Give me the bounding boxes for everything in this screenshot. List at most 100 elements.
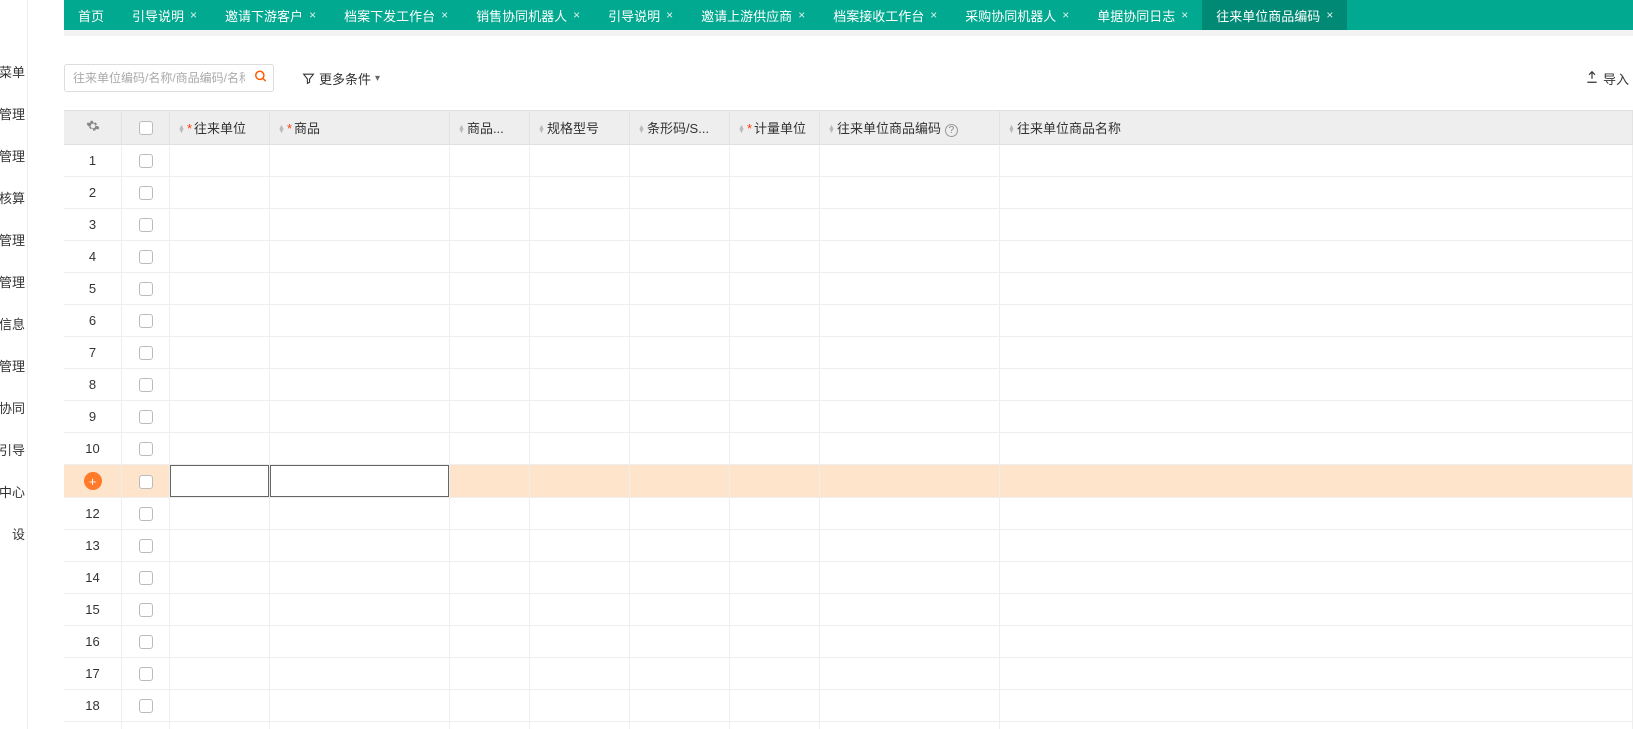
cell[interactable] bbox=[450, 369, 530, 401]
cell[interactable] bbox=[630, 465, 730, 498]
cell[interactable] bbox=[1000, 241, 1633, 273]
cell[interactable] bbox=[630, 241, 730, 273]
cell[interactable] bbox=[170, 722, 270, 729]
row-checkbox[interactable] bbox=[139, 667, 153, 681]
cell[interactable] bbox=[820, 530, 1000, 562]
row-checkbox[interactable] bbox=[139, 507, 153, 521]
cell[interactable] bbox=[450, 241, 530, 273]
sidebar-item[interactable]: 引导 bbox=[0, 428, 27, 470]
cell[interactable] bbox=[820, 626, 1000, 658]
table-wrap[interactable]: *往来单位*商品商品...规格型号条形码/S...*计量单位往来单位商品编码?往… bbox=[64, 110, 1633, 729]
cell[interactable] bbox=[1000, 305, 1633, 337]
cell[interactable] bbox=[1000, 145, 1633, 177]
cell[interactable] bbox=[170, 658, 270, 690]
table-row[interactable]: 9 bbox=[64, 401, 1633, 433]
column-header-ucode[interactable]: 往来单位商品编码? bbox=[820, 111, 1000, 145]
cell[interactable] bbox=[820, 465, 1000, 498]
cell[interactable] bbox=[530, 177, 630, 209]
cell[interactable] bbox=[630, 337, 730, 369]
row-checkbox[interactable] bbox=[139, 282, 153, 296]
cell[interactable] bbox=[450, 145, 530, 177]
cell[interactable] bbox=[630, 273, 730, 305]
cell[interactable] bbox=[1000, 530, 1633, 562]
cell[interactable] bbox=[630, 498, 730, 530]
close-icon[interactable]: × bbox=[1181, 8, 1188, 22]
sidebar-item[interactable]: 菜单 bbox=[0, 50, 27, 92]
row-checkbox[interactable] bbox=[139, 442, 153, 456]
cell[interactable] bbox=[820, 273, 1000, 305]
row-checkbox[interactable] bbox=[139, 635, 153, 649]
cell[interactable] bbox=[170, 209, 270, 241]
cell[interactable] bbox=[730, 337, 820, 369]
cell[interactable] bbox=[530, 594, 630, 626]
close-icon[interactable]: × bbox=[666, 8, 673, 22]
tab[interactable]: 采购协同机器人× bbox=[951, 0, 1083, 30]
row-checkbox[interactable] bbox=[139, 475, 153, 489]
cell[interactable] bbox=[170, 369, 270, 401]
sort-icon[interactable] bbox=[178, 126, 185, 134]
tab[interactable]: 首页 bbox=[64, 0, 118, 30]
row-checkbox[interactable] bbox=[139, 218, 153, 232]
table-row[interactable]: 5 bbox=[64, 273, 1633, 305]
cell[interactable] bbox=[270, 562, 450, 594]
cell[interactable] bbox=[630, 658, 730, 690]
row-checkbox[interactable] bbox=[139, 603, 153, 617]
cell[interactable] bbox=[820, 145, 1000, 177]
cell[interactable] bbox=[170, 626, 270, 658]
cell[interactable] bbox=[270, 594, 450, 626]
cell[interactable] bbox=[170, 401, 270, 433]
row-checkbox[interactable] bbox=[139, 571, 153, 585]
cell[interactable] bbox=[730, 241, 820, 273]
cell[interactable] bbox=[530, 145, 630, 177]
cell[interactable] bbox=[820, 337, 1000, 369]
cell[interactable] bbox=[730, 562, 820, 594]
cell[interactable] bbox=[730, 209, 820, 241]
cell[interactable] bbox=[730, 433, 820, 465]
sidebar-item[interactable]: 中心 bbox=[0, 470, 27, 512]
table-row[interactable]: 17 bbox=[64, 658, 1633, 690]
cell[interactable] bbox=[530, 337, 630, 369]
cell[interactable] bbox=[450, 433, 530, 465]
cell[interactable] bbox=[630, 530, 730, 562]
cell[interactable] bbox=[730, 690, 820, 722]
column-header-spec[interactable]: 规格型号 bbox=[530, 111, 630, 145]
cell[interactable] bbox=[450, 530, 530, 562]
close-icon[interactable]: × bbox=[798, 8, 805, 22]
row-checkbox[interactable] bbox=[139, 154, 153, 168]
row-checkbox[interactable] bbox=[139, 314, 153, 328]
cell[interactable] bbox=[1000, 369, 1633, 401]
cell[interactable] bbox=[450, 658, 530, 690]
table-row[interactable]: 3 bbox=[64, 209, 1633, 241]
cell[interactable] bbox=[1000, 177, 1633, 209]
cell[interactable] bbox=[730, 401, 820, 433]
table-row[interactable]: 13 bbox=[64, 530, 1633, 562]
cell[interactable] bbox=[1000, 626, 1633, 658]
cell[interactable] bbox=[170, 594, 270, 626]
cell[interactable] bbox=[170, 562, 270, 594]
cell[interactable] bbox=[1000, 401, 1633, 433]
sort-icon[interactable] bbox=[638, 126, 645, 134]
column-header-ptype[interactable]: 商品... bbox=[450, 111, 530, 145]
cell[interactable] bbox=[270, 401, 450, 433]
row-checkbox[interactable] bbox=[139, 539, 153, 553]
cell[interactable] bbox=[1000, 690, 1633, 722]
table-row[interactable]: 18 bbox=[64, 690, 1633, 722]
table-row[interactable]: 8 bbox=[64, 369, 1633, 401]
cell-input[interactable] bbox=[270, 465, 449, 497]
cell[interactable] bbox=[820, 369, 1000, 401]
sidebar-item[interactable]: 设 bbox=[0, 512, 27, 554]
cell[interactable] bbox=[530, 562, 630, 594]
cell[interactable] bbox=[630, 433, 730, 465]
cell[interactable] bbox=[270, 305, 450, 337]
cell[interactable] bbox=[450, 626, 530, 658]
tab[interactable]: 单据协同日志× bbox=[1083, 0, 1202, 30]
cell[interactable] bbox=[530, 465, 630, 498]
cell[interactable] bbox=[630, 209, 730, 241]
cell[interactable] bbox=[630, 369, 730, 401]
tab[interactable]: 邀请上游供应商× bbox=[687, 0, 819, 30]
cell[interactable] bbox=[730, 594, 820, 626]
sidebar-item[interactable]: 管理 bbox=[0, 92, 27, 134]
cell[interactable] bbox=[1000, 498, 1633, 530]
cell[interactable] bbox=[170, 273, 270, 305]
cell[interactable] bbox=[270, 241, 450, 273]
